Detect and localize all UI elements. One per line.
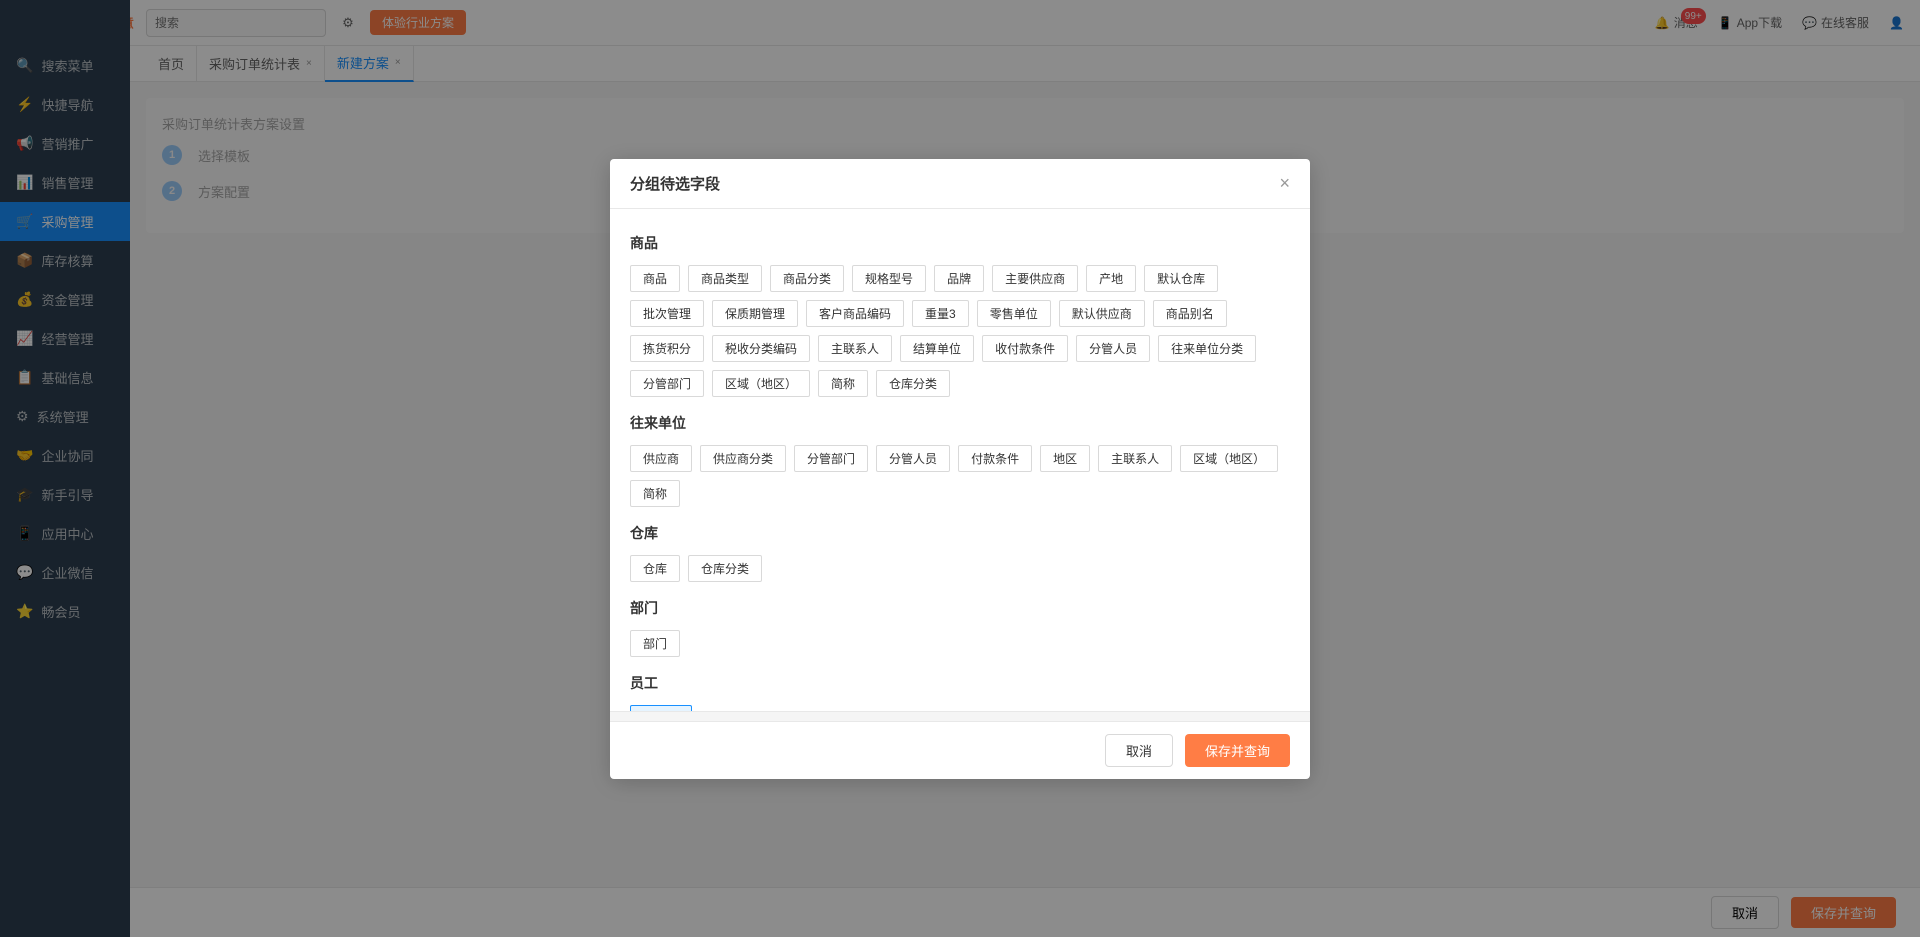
section-title-employee: 员工 bbox=[630, 673, 1290, 693]
field-tag[interactable]: 区域（地区） bbox=[1180, 445, 1278, 472]
field-tag[interactable]: 商品 bbox=[630, 265, 680, 292]
field-tag[interactable]: 商品类型 bbox=[688, 265, 762, 292]
modal-overlay: 分组待选字段 × 商品 商品 商品类型 商品分类 规格型号 品牌 主要供应商 产… bbox=[0, 0, 1920, 937]
field-tag[interactable]: 结算单位 bbox=[900, 335, 974, 362]
field-tag[interactable]: 分管部门 bbox=[794, 445, 868, 472]
field-tag[interactable]: 商品别名 bbox=[1153, 300, 1227, 327]
modal-header: 分组待选字段 × bbox=[610, 159, 1310, 209]
field-tag[interactable]: 默认仓库 bbox=[1144, 265, 1218, 292]
field-tag[interactable]: 供应商 bbox=[630, 445, 692, 472]
field-tag[interactable]: 商品分类 bbox=[770, 265, 844, 292]
section-title-warehouse: 仓库 bbox=[630, 523, 1290, 543]
field-tag[interactable]: 简称 bbox=[818, 370, 868, 397]
field-tag[interactable]: 客户商品编码 bbox=[806, 300, 904, 327]
field-tag[interactable]: 简称 bbox=[630, 480, 680, 507]
field-tag[interactable]: 仓库分类 bbox=[876, 370, 950, 397]
field-tag[interactable]: 主联系人 bbox=[1098, 445, 1172, 472]
field-tag[interactable]: 分管部门 bbox=[630, 370, 704, 397]
field-tag[interactable]: 规格型号 bbox=[852, 265, 926, 292]
section-title-product: 商品 bbox=[630, 233, 1290, 253]
modal-cancel-button[interactable]: 取消 bbox=[1105, 734, 1173, 767]
field-tag[interactable]: 零售单位 bbox=[977, 300, 1051, 327]
modal-horizontal-scrollbar[interactable] bbox=[610, 711, 1310, 721]
field-tag[interactable]: 仓库 bbox=[630, 555, 680, 582]
field-tag[interactable]: 供应商分类 bbox=[700, 445, 786, 472]
field-tag[interactable]: 默认供应商 bbox=[1059, 300, 1145, 327]
field-tag[interactable]: 地区 bbox=[1040, 445, 1090, 472]
field-tag[interactable]: 分管人员 bbox=[1076, 335, 1150, 362]
field-tag[interactable]: 品牌 bbox=[934, 265, 984, 292]
field-tag[interactable]: 付款条件 bbox=[958, 445, 1032, 472]
field-grid-partner: 供应商 供应商分类 分管部门 分管人员 付款条件 地区 主联系人 区域（地区） … bbox=[630, 445, 1290, 507]
field-tag[interactable]: 产地 bbox=[1086, 265, 1136, 292]
field-tag[interactable]: 仓库分类 bbox=[688, 555, 762, 582]
field-tag[interactable]: 收付款条件 bbox=[982, 335, 1068, 362]
field-grid-department: 部门 bbox=[630, 630, 1290, 657]
field-tag[interactable]: 分管人员 bbox=[876, 445, 950, 472]
field-tag[interactable]: 往来单位分类 bbox=[1158, 335, 1256, 362]
modal-title: 分组待选字段 bbox=[630, 173, 720, 194]
field-tag[interactable]: 重量3 bbox=[912, 300, 969, 327]
field-tag[interactable]: 拣货积分 bbox=[630, 335, 704, 362]
field-grid-warehouse: 仓库 仓库分类 bbox=[630, 555, 1290, 582]
modal-close-button[interactable]: × bbox=[1279, 173, 1290, 194]
field-tag[interactable]: 税收分类编码 bbox=[712, 335, 810, 362]
field-tag[interactable]: 主联系人 bbox=[818, 335, 892, 362]
section-title-partner: 往来单位 bbox=[630, 413, 1290, 433]
field-tag[interactable]: 主要供应商 bbox=[992, 265, 1078, 292]
field-tag[interactable]: 保质期管理 bbox=[712, 300, 798, 327]
modal: 分组待选字段 × 商品 商品 商品类型 商品分类 规格型号 品牌 主要供应商 产… bbox=[610, 159, 1310, 779]
field-grid-product: 商品 商品类型 商品分类 规格型号 品牌 主要供应商 产地 默认仓库 批次管理 … bbox=[630, 265, 1290, 397]
modal-footer: 取消 保存并查询 bbox=[610, 721, 1310, 779]
modal-confirm-button[interactable]: 保存并查询 bbox=[1185, 734, 1290, 767]
section-title-department: 部门 bbox=[630, 598, 1290, 618]
modal-body[interactable]: 商品 商品 商品类型 商品分类 规格型号 品牌 主要供应商 产地 默认仓库 批次… bbox=[610, 209, 1310, 711]
field-tag[interactable]: 部门 bbox=[630, 630, 680, 657]
field-tag[interactable]: 区域（地区） bbox=[712, 370, 810, 397]
field-tag[interactable]: 批次管理 bbox=[630, 300, 704, 327]
